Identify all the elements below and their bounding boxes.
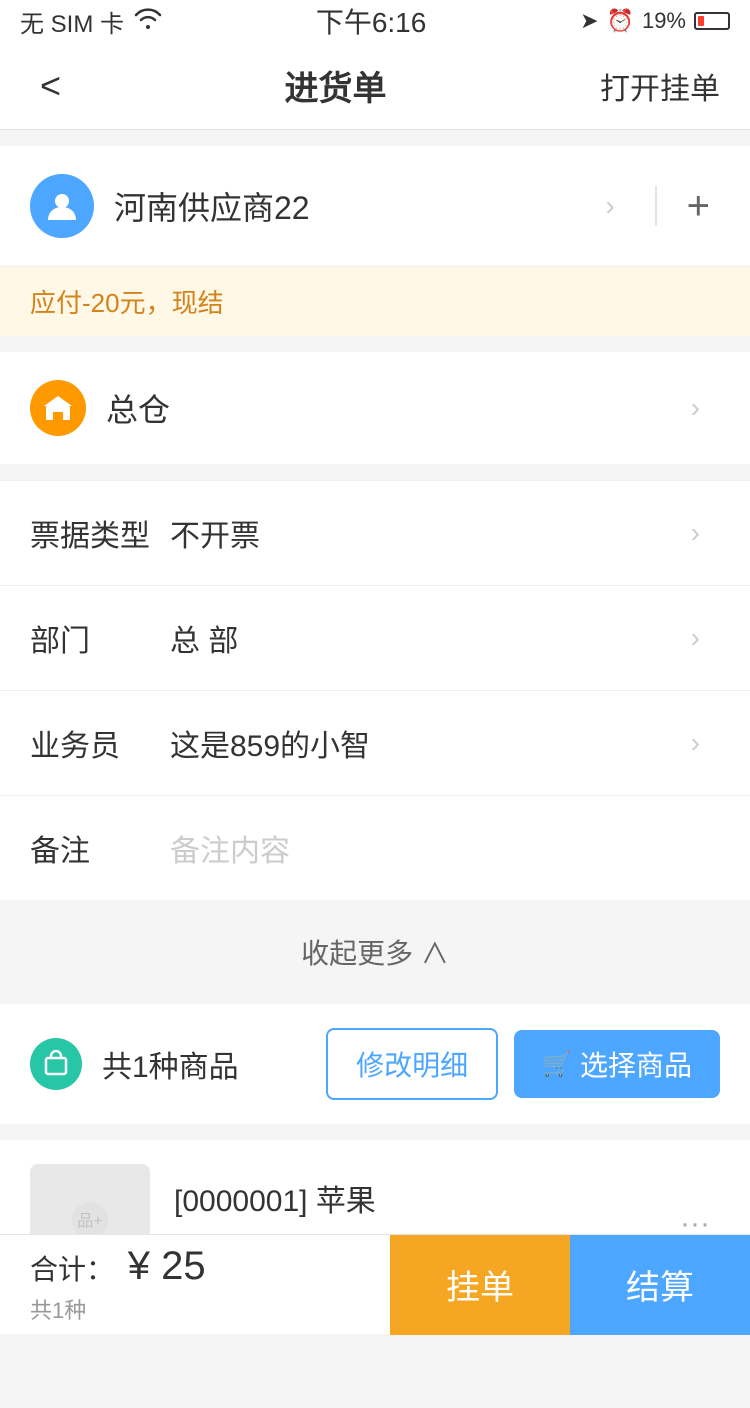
svg-text:品+: 品+ [77,1213,102,1230]
collapse-button[interactable]: 收起更多 ∧ [0,916,750,988]
alert-bar: 应付-20元，现结 [0,267,750,336]
alarm-icon: ⏰ [607,8,634,34]
form-row-dept[interactable]: 部门 总 部 › [0,585,750,690]
supplier-avatar [30,174,94,238]
form-label-dept: 部门 [30,616,170,660]
section-divider-2 [0,336,750,352]
suspend-button[interactable]: 挂单 [390,1235,570,1335]
checkout-button[interactable]: 结算 [570,1235,750,1335]
form-value-salesperson: 这是859的小智 [170,721,691,765]
section-divider-3 [0,464,750,480]
dept-chevron-icon: › [691,622,700,654]
total-label: 合计： [30,1254,114,1285]
page-title: 进货单 [285,61,387,110]
section-divider-4 [0,988,750,1004]
add-supplier-button[interactable]: + [677,184,720,229]
product-count-icon [30,1038,82,1090]
supplier-row[interactable]: 河南供应商22 › + [0,146,750,267]
total-section: 合计： ¥ 25 共1种 [0,1244,390,1325]
section-divider-1 [0,130,750,146]
select-product-label: 选择商品 [580,1044,692,1084]
status-left: 无 SIM 卡 [20,4,162,39]
form-label-salesperson: 业务员 [30,721,170,765]
total-count: 共1种 [30,1293,360,1325]
form-row-remark[interactable]: 备注 备注内容 [0,795,750,900]
product-code: [0000001] [174,1185,307,1218]
product-count-text: 共1种商品 [102,1042,326,1086]
total-amount: ¥ 25 [128,1244,206,1288]
form-value-dept: 总 部 [170,616,691,660]
ticket-chevron-icon: › [691,517,700,549]
salesperson-chevron-icon: › [691,727,700,759]
carrier-text: 无 SIM 卡 [20,4,124,39]
status-right: ➤ ⏰ 19% [580,8,730,34]
product-name: [0000001] 苹果 [174,1176,646,1220]
battery-percent: 19% [642,8,686,34]
warehouse-name: 总仓 [106,385,691,431]
warehouse-row[interactable]: 总仓 › [0,352,750,464]
product-header: 共1种商品 修改明细 🛒 选择商品 [0,1004,750,1124]
open-suspend-button[interactable]: 打开挂单 [600,64,720,108]
select-product-button[interactable]: 🛒 选择商品 [514,1030,720,1098]
status-time: 下午6:16 [316,1,427,41]
status-bar: 无 SIM 卡 下午6:16 ➤ ⏰ 19% [0,0,750,42]
back-button[interactable]: < [30,55,71,117]
bottom-bar: 合计： ¥ 25 共1种 挂单 结算 [0,1234,750,1334]
form-section: 票据类型 不开票 › 部门 总 部 › 业务员 这是859的小智 › 备注 备注… [0,480,750,900]
form-label-ticket: 票据类型 [30,511,170,555]
form-placeholder-remark: 备注内容 [170,826,720,870]
nav-bar: < 进货单 打开挂单 [0,42,750,130]
warehouse-icon [30,380,86,436]
supplier-divider [655,186,657,226]
location-icon: ➤ [580,8,598,34]
cart-icon: 🛒 [542,1050,572,1079]
form-row-salesperson[interactable]: 业务员 这是859的小智 › [0,690,750,795]
modify-detail-button[interactable]: 修改明细 [326,1028,498,1100]
supplier-name: 河南供应商22 [114,183,605,229]
wifi-icon [134,7,162,36]
product-title: 苹果 [316,1185,376,1218]
warehouse-chevron-icon: › [691,392,700,424]
form-row-ticket[interactable]: 票据类型 不开票 › [0,480,750,585]
battery-icon [694,12,730,30]
form-value-ticket: 不开票 [170,511,691,555]
warehouse-section: 总仓 › [0,352,750,464]
form-label-remark: 备注 [30,826,170,870]
supplier-section: 河南供应商22 › + 应付-20元，现结 [0,146,750,336]
supplier-chevron-icon: › [605,190,614,222]
